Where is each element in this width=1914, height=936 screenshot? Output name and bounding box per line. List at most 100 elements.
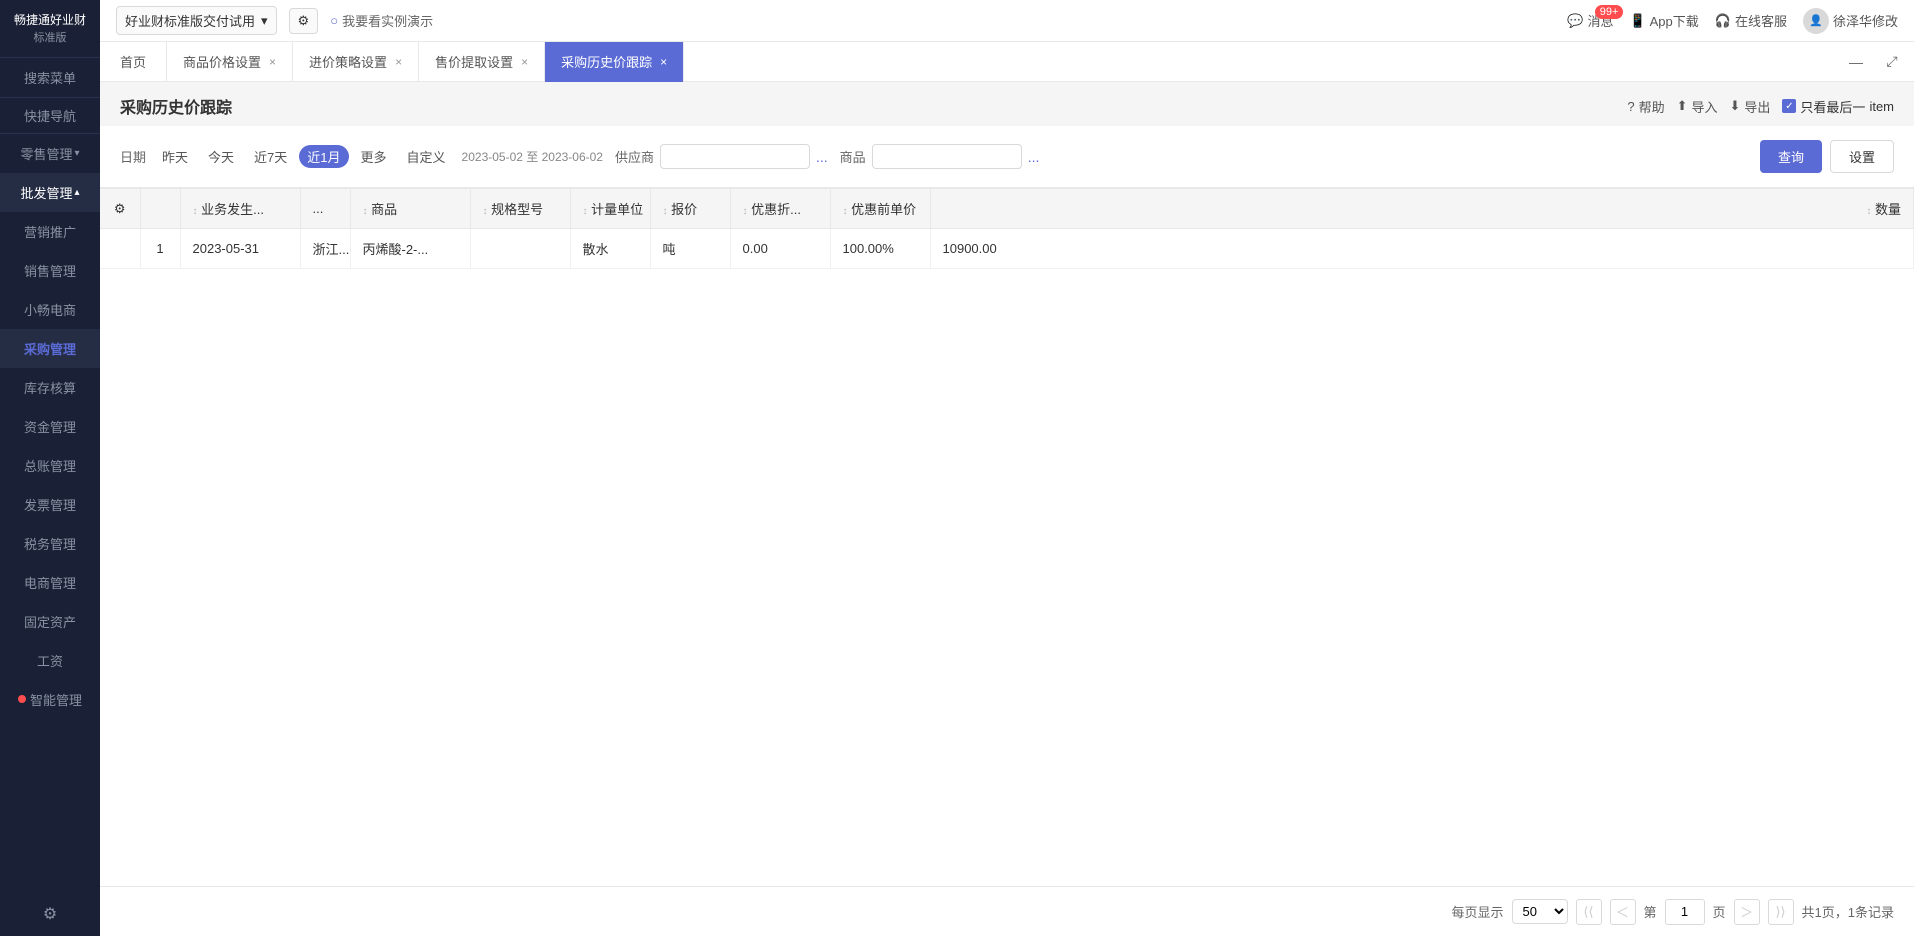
tab-price[interactable]: 商品价格设置 × <box>167 42 293 82</box>
supplier-label: 供应商 <box>615 147 654 166</box>
help-btn[interactable]: ? 帮助 <box>1627 97 1664 116</box>
sidebar-item-marketing[interactable]: 营销推广 <box>0 212 100 251</box>
col-extra-label: ... <box>313 201 324 216</box>
date-opt-1month[interactable]: 近1月 <box>299 145 348 168</box>
date-opt-more[interactable]: 更多 <box>353 145 395 168</box>
col-spec[interactable]: ↕ 规格型号 <box>470 189 570 229</box>
message-btn[interactable]: 💬 消息 99+ <box>1567 11 1613 30</box>
col-product[interactable]: ↕ 商品 <box>350 189 470 229</box>
sidebar-item-inventory[interactable]: 库存核算 <box>0 368 100 407</box>
col-unit-price[interactable]: ↕ 优惠前单价 <box>830 189 930 229</box>
demo-btn[interactable]: ○ 我要看实例演示 <box>330 11 433 30</box>
export-icon: ⬇ <box>1730 98 1741 114</box>
col-discount[interactable]: ↕ 优惠折... <box>730 189 830 229</box>
sidebar-item-tax[interactable]: 税务管理 <box>0 524 100 563</box>
page-number-input[interactable] <box>1665 899 1705 925</box>
date-opt-yesterday[interactable]: 昨天 <box>154 145 196 168</box>
sidebar-item-label: 总账管理 <box>24 456 76 475</box>
sidebar-item-invoice[interactable]: 发票管理 <box>0 485 100 524</box>
tab-home[interactable]: 首页 <box>100 42 167 82</box>
col-price[interactable]: ↕ 报价 <box>650 189 730 229</box>
date-opt-7days[interactable]: 近7天 <box>246 145 295 168</box>
sidebar-item-label: 营销推广 <box>24 222 76 241</box>
sidebar-item-assets[interactable]: 固定资产 <box>0 602 100 641</box>
user-name: 徐泽华修改 <box>1833 11 1898 30</box>
only-last-toggle[interactable]: ✓ 只看最后一 item <box>1782 97 1894 116</box>
sidebar-item-ledger[interactable]: 总账管理 <box>0 446 100 485</box>
row-quoted-price: 0.00 <box>730 229 830 269</box>
topbar: 好业财标准版交付试用 ▾ ⚙ ○ 我要看实例演示 💬 消息 99+ 📱 App下… <box>100 0 1914 42</box>
page-header: 采购历史价跟踪 ? 帮助 ⬆ 导入 ⬇ 导出 ✓ 只看最后一 item <box>100 82 1914 126</box>
col-extra[interactable]: ... <box>300 189 350 229</box>
row-num: 1 <box>140 229 180 269</box>
query-button[interactable]: 查询 <box>1760 140 1822 173</box>
date-label: 日期 <box>120 147 146 166</box>
date-opt-custom[interactable]: 自定义 <box>399 145 454 168</box>
sidebar-item-salary[interactable]: 工资 <box>0 641 100 680</box>
main-container: 好业财标准版交付试用 ▾ ⚙ ○ 我要看实例演示 💬 消息 99+ 📱 App下… <box>100 0 1914 936</box>
import-icon: ⬆ <box>1677 98 1688 114</box>
close-icon[interactable]: × <box>521 55 528 69</box>
import-label: 导入 <box>1691 97 1717 116</box>
supplier-dots[interactable]: ... <box>816 149 828 165</box>
sidebar-item-finance[interactable]: 资金管理 <box>0 407 100 446</box>
col-settings[interactable]: ⚙ <box>100 189 140 229</box>
version-selector[interactable]: 好业财标准版交付试用 ▾ <box>116 6 277 35</box>
row-unit: 散水 <box>570 229 650 269</box>
close-icon[interactable]: × <box>269 55 276 69</box>
gear-icon: ⚙ <box>114 201 126 216</box>
sidebar-item-label: 电商管理 <box>24 573 76 592</box>
user-menu[interactable]: 👤 徐泽华修改 <box>1803 8 1898 34</box>
sidebar-item-ecommerce[interactable]: 电商管理 <box>0 563 100 602</box>
col-discount-label: 优惠折... <box>751 202 801 217</box>
settings-button[interactable]: 设置 <box>1830 140 1894 173</box>
last-page-btn[interactable]: ⟩⟩ <box>1768 899 1794 925</box>
logo-text: 畅捷通好业财 <box>8 12 92 29</box>
sidebar-item-label: 小畅电商 <box>24 300 76 319</box>
product-input[interactable] <box>872 144 1022 169</box>
sidebar-item-purchase[interactable]: 采购管理 <box>0 329 100 368</box>
col-product-label: 商品 <box>371 202 397 217</box>
app-download-btn[interactable]: 📱 App下载 <box>1629 11 1698 30</box>
export-btn[interactable]: ⬇ 导出 <box>1730 97 1771 116</box>
sidebar-search[interactable]: 搜索菜单 <box>0 58 100 98</box>
import-btn[interactable]: ⬆ 导入 <box>1677 97 1718 116</box>
tab-history-price[interactable]: 采购历史价跟踪 × <box>545 42 684 82</box>
per-page-select[interactable]: 10 20 50 100 <box>1512 899 1568 924</box>
row-product: 丙烯酸-2-... <box>350 229 470 269</box>
first-page-btn[interactable]: ⟨⟨ <box>1576 899 1602 925</box>
supplier-input[interactable] <box>660 144 810 169</box>
sidebar-item-smart[interactable]: 智能管理 <box>0 680 100 719</box>
date-options: 昨天 今天 近7天 近1月 更多 自定义 <box>154 145 454 168</box>
sidebar-item-label: 零售管理 <box>20 144 72 163</box>
page-actions: ? 帮助 ⬆ 导入 ⬇ 导出 ✓ 只看最后一 item <box>1627 97 1894 116</box>
col-unit[interactable]: ↕ 计量单位 <box>570 189 650 229</box>
sidebar-item-wholesale[interactable]: 批发管理 ▴ <box>0 173 100 212</box>
close-icon[interactable]: × <box>660 55 667 69</box>
tab-maximize-btn[interactable]: ⤢ <box>1878 48 1906 76</box>
col-qty[interactable]: ↕ 数量 <box>930 189 1914 229</box>
demo-icon: ○ <box>330 13 338 28</box>
sidebar-item-ecommerce-small[interactable]: 小畅电商 <box>0 290 100 329</box>
sidebar-item-sales[interactable]: 销售管理 <box>0 251 100 290</box>
col-date[interactable]: ↕ 业务发生... <box>180 189 300 229</box>
date-opt-today[interactable]: 今天 <box>200 145 242 168</box>
prev-page-btn[interactable]: ＜ <box>1610 899 1636 925</box>
sidebar-quick-nav[interactable]: 快捷导航 <box>0 98 100 134</box>
sidebar-settings[interactable]: ⚙ <box>0 892 100 936</box>
page-title: 采购历史价跟踪 <box>120 94 232 118</box>
next-page-btn[interactable]: ＞ <box>1734 899 1760 925</box>
product-dots[interactable]: ... <box>1028 149 1040 165</box>
close-icon[interactable]: × <box>395 55 402 69</box>
col-unit-label: 计量单位 <box>591 202 643 217</box>
message-badge: 99+ <box>1595 5 1624 19</box>
page-label-suffix: 页 <box>1713 902 1726 921</box>
topbar-right: 💬 消息 99+ 📱 App下载 🎧 在线客服 👤 徐泽华修改 <box>1567 8 1898 34</box>
tab-minimize-btn[interactable]: — <box>1842 48 1870 76</box>
data-table: ⚙ ↕ 业务发生... ... ↕ 商品 ↕ <box>100 188 1914 269</box>
sidebar-item-retail[interactable]: 零售管理 ▾ <box>0 134 100 173</box>
settings-btn[interactable]: ⚙ <box>289 8 319 34</box>
tab-sale-price[interactable]: 售价提取设置 × <box>419 42 545 82</box>
online-service-btn[interactable]: 🎧 在线客服 <box>1715 11 1787 30</box>
tab-purchase-strategy[interactable]: 进价策略设置 × <box>293 42 419 82</box>
